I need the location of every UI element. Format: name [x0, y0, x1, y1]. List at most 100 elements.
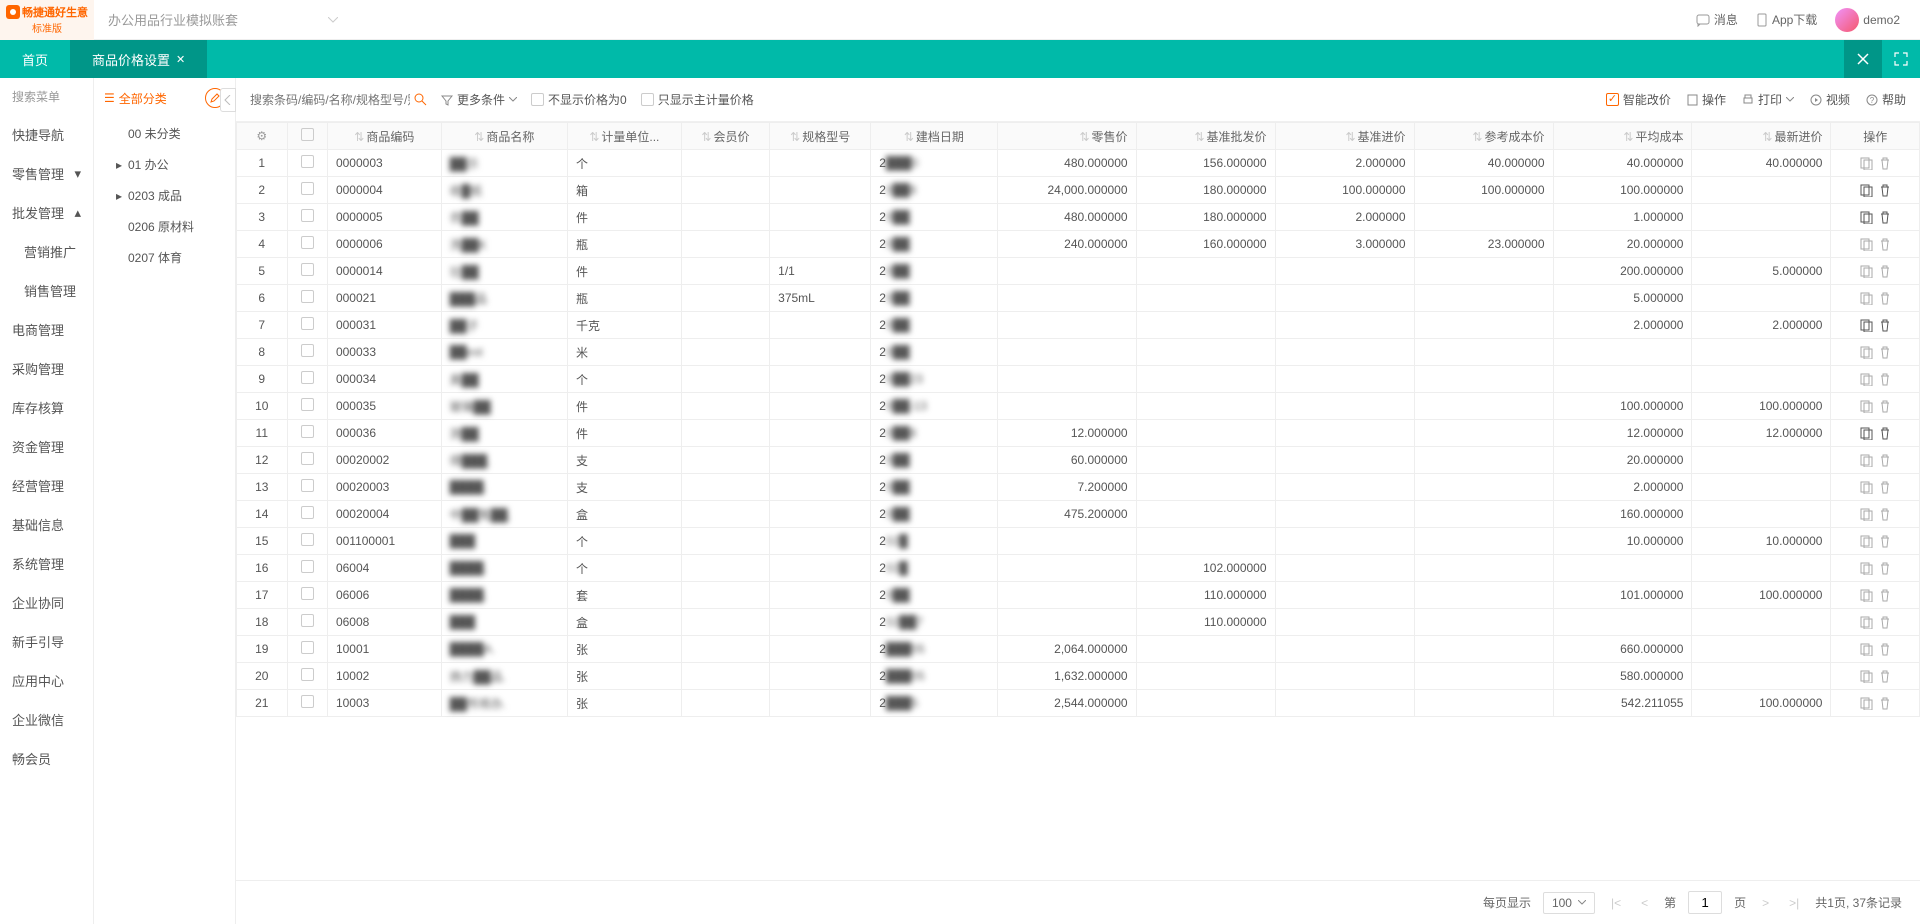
table-row[interactable]: 10000035玻璃██件20██-13100.000000100.000000 — [237, 393, 1920, 420]
row-checkbox[interactable] — [301, 209, 314, 222]
page-input[interactable] — [1688, 891, 1722, 914]
sidebar-item[interactable]: 电商管理 — [0, 310, 93, 349]
delete-icon[interactable] — [1879, 643, 1891, 656]
sidebar-item[interactable]: 畅会员 — [0, 739, 93, 778]
copy-icon[interactable] — [1860, 508, 1873, 521]
table-row[interactable]: 15001100001███个202█10.00000010.000000 — [237, 528, 1920, 555]
delete-icon[interactable] — [1879, 454, 1891, 467]
row-checkbox[interactable] — [301, 236, 314, 249]
row-checkbox[interactable] — [301, 452, 314, 465]
sidebar-item[interactable]: 新手引导 — [0, 622, 93, 661]
row-checkbox[interactable] — [301, 398, 314, 411]
row-checkbox[interactable] — [301, 317, 314, 330]
copy-icon[interactable] — [1860, 481, 1873, 494]
column-header[interactable] — [287, 123, 327, 150]
copy-icon[interactable] — [1860, 184, 1873, 197]
copy-icon[interactable] — [1860, 319, 1873, 332]
tab-首页[interactable]: 首页 — [0, 40, 70, 78]
fullscreen-button[interactable] — [1882, 40, 1920, 78]
column-header[interactable]: ⇅最新进价 — [1692, 123, 1831, 150]
sidebar-item[interactable]: 系统管理 — [0, 544, 93, 583]
delete-icon[interactable] — [1879, 319, 1891, 332]
sidebar-item[interactable]: 快捷导航 — [0, 115, 93, 154]
table-row[interactable]: 1706006████.套20██110.000000101.000000100… — [237, 582, 1920, 609]
tree-item[interactable]: 0207 体育 — [94, 242, 235, 273]
copy-icon[interactable] — [1860, 535, 1873, 548]
table-row[interactable]: 1806008███盒202██7110.000000 — [237, 609, 1920, 636]
delete-icon[interactable] — [1879, 211, 1891, 224]
column-header[interactable]: ⇅商品名称 — [441, 123, 567, 150]
delete-icon[interactable] — [1879, 238, 1891, 251]
help-button[interactable]: ? 帮助 — [1866, 91, 1906, 108]
column-header[interactable]: ⇅计量单位... — [568, 123, 682, 150]
tree-item[interactable]: ▸01 办公 — [94, 149, 235, 180]
user-menu[interactable]: demo2 — [1835, 8, 1900, 32]
copy-icon[interactable] — [1860, 616, 1873, 629]
table-row[interactable]: 20000004收█纸箱20██824,000.000000180.000000… — [237, 177, 1920, 204]
table-row[interactable]: 1606004████.个202█102.000000 — [237, 555, 1920, 582]
sort-icon[interactable]: ⇅ — [790, 130, 800, 144]
row-checkbox[interactable] — [301, 614, 314, 627]
workspace-selector[interactable]: 办公用品行业模拟账套 — [108, 10, 338, 29]
column-header[interactable]: ⚙ — [237, 123, 288, 150]
tree-item[interactable]: ▸0203 成品 — [94, 180, 235, 211]
table-row[interactable]: 30000005衣██件20██480.000000180.0000002.00… — [237, 204, 1920, 231]
copy-icon[interactable] — [1860, 589, 1873, 602]
copy-icon[interactable] — [1860, 427, 1873, 440]
sidebar-item[interactable]: 零售管理▾ — [0, 154, 93, 193]
sort-icon[interactable]: ⇅ — [1472, 130, 1482, 144]
only-main-unit-checkbox[interactable]: 只显示主计量价格 — [641, 91, 754, 108]
delete-icon[interactable] — [1879, 481, 1891, 494]
sidebar-item[interactable]: 资金管理 — [0, 427, 93, 466]
sidebar-item[interactable]: 经营管理 — [0, 466, 93, 505]
gear-icon[interactable]: ⚙ — [256, 129, 267, 143]
tree-item[interactable]: 00 未分类 — [94, 118, 235, 149]
row-checkbox[interactable] — [301, 587, 314, 600]
more-filters-button[interactable]: 更多条件 — [441, 91, 517, 108]
copy-icon[interactable] — [1860, 400, 1873, 413]
copy-icon[interactable] — [1860, 373, 1873, 386]
delete-icon[interactable] — [1879, 292, 1891, 305]
sidebar-subitem[interactable]: 销售管理 — [0, 271, 93, 310]
table-row[interactable]: 9000034奥██个20██23 — [237, 366, 1920, 393]
table-row[interactable]: 8000033██est米20██ — [237, 339, 1920, 366]
sidebar-item[interactable]: 采购管理 — [0, 349, 93, 388]
delete-icon[interactable] — [1879, 589, 1891, 602]
data-grid[interactable]: ⚙⇅商品编码⇅商品名称⇅计量单位...⇅会员价⇅规格型号⇅建档日期⇅零售价⇅基准… — [236, 122, 1920, 880]
row-checkbox[interactable] — [301, 371, 314, 384]
table-row[interactable]: 2110003██所将办.张2███52,544.000000542.21105… — [237, 690, 1920, 717]
table-row[interactable]: 11000036测██件20██812.00000012.00000012.00… — [237, 420, 1920, 447]
messages-button[interactable]: 消息 — [1696, 11, 1738, 28]
column-header[interactable]: ⇅零售价 — [997, 123, 1136, 150]
copy-icon[interactable] — [1860, 346, 1873, 359]
sidebar-item[interactable]: 企业微信 — [0, 700, 93, 739]
sort-icon[interactable]: ⇅ — [1623, 130, 1633, 144]
copy-icon[interactable] — [1860, 670, 1873, 683]
delete-icon[interactable] — [1879, 508, 1891, 521]
table-row[interactable]: 7000031██子千克20██2.0000002.000000 — [237, 312, 1920, 339]
row-checkbox[interactable] — [301, 479, 314, 492]
column-header[interactable]: ⇅建档日期 — [871, 123, 997, 150]
table-row[interactable]: 1910001████A.张2███052,064.000000660.0000… — [237, 636, 1920, 663]
copy-icon[interactable] — [1860, 292, 1873, 305]
delete-icon[interactable] — [1879, 184, 1891, 197]
column-header[interactable]: 操作 — [1831, 123, 1920, 150]
copy-icon[interactable] — [1860, 562, 1873, 575]
close-tab-button[interactable] — [1844, 40, 1882, 78]
delete-icon[interactable] — [1879, 535, 1891, 548]
table-row[interactable]: 6000021███品瓶375mL20██5.000000 — [237, 285, 1920, 312]
table-row[interactable]: 40000006洗██K瓶20██240.000000160.0000003.0… — [237, 231, 1920, 258]
row-checkbox[interactable] — [301, 263, 314, 276]
row-checkbox[interactable] — [301, 695, 314, 708]
sidebar-item[interactable]: 批发管理▴ — [0, 193, 93, 232]
smart-price-button[interactable]: 智能改价 — [1606, 91, 1671, 108]
delete-icon[interactable] — [1879, 616, 1891, 629]
sort-icon[interactable]: ⇅ — [589, 130, 599, 144]
delete-icon[interactable] — [1879, 670, 1891, 683]
app-download-button[interactable]: App下载 — [1756, 11, 1817, 28]
last-page-button[interactable]: >| — [1785, 896, 1803, 910]
table-row[interactable]: 10000003██示个2███0480.000000156.0000002.0… — [237, 150, 1920, 177]
copy-icon[interactable] — [1860, 454, 1873, 467]
sidebar-search[interactable]: 搜索菜单 — [0, 78, 93, 115]
tree-item[interactable]: 0206 原材料 — [94, 211, 235, 242]
